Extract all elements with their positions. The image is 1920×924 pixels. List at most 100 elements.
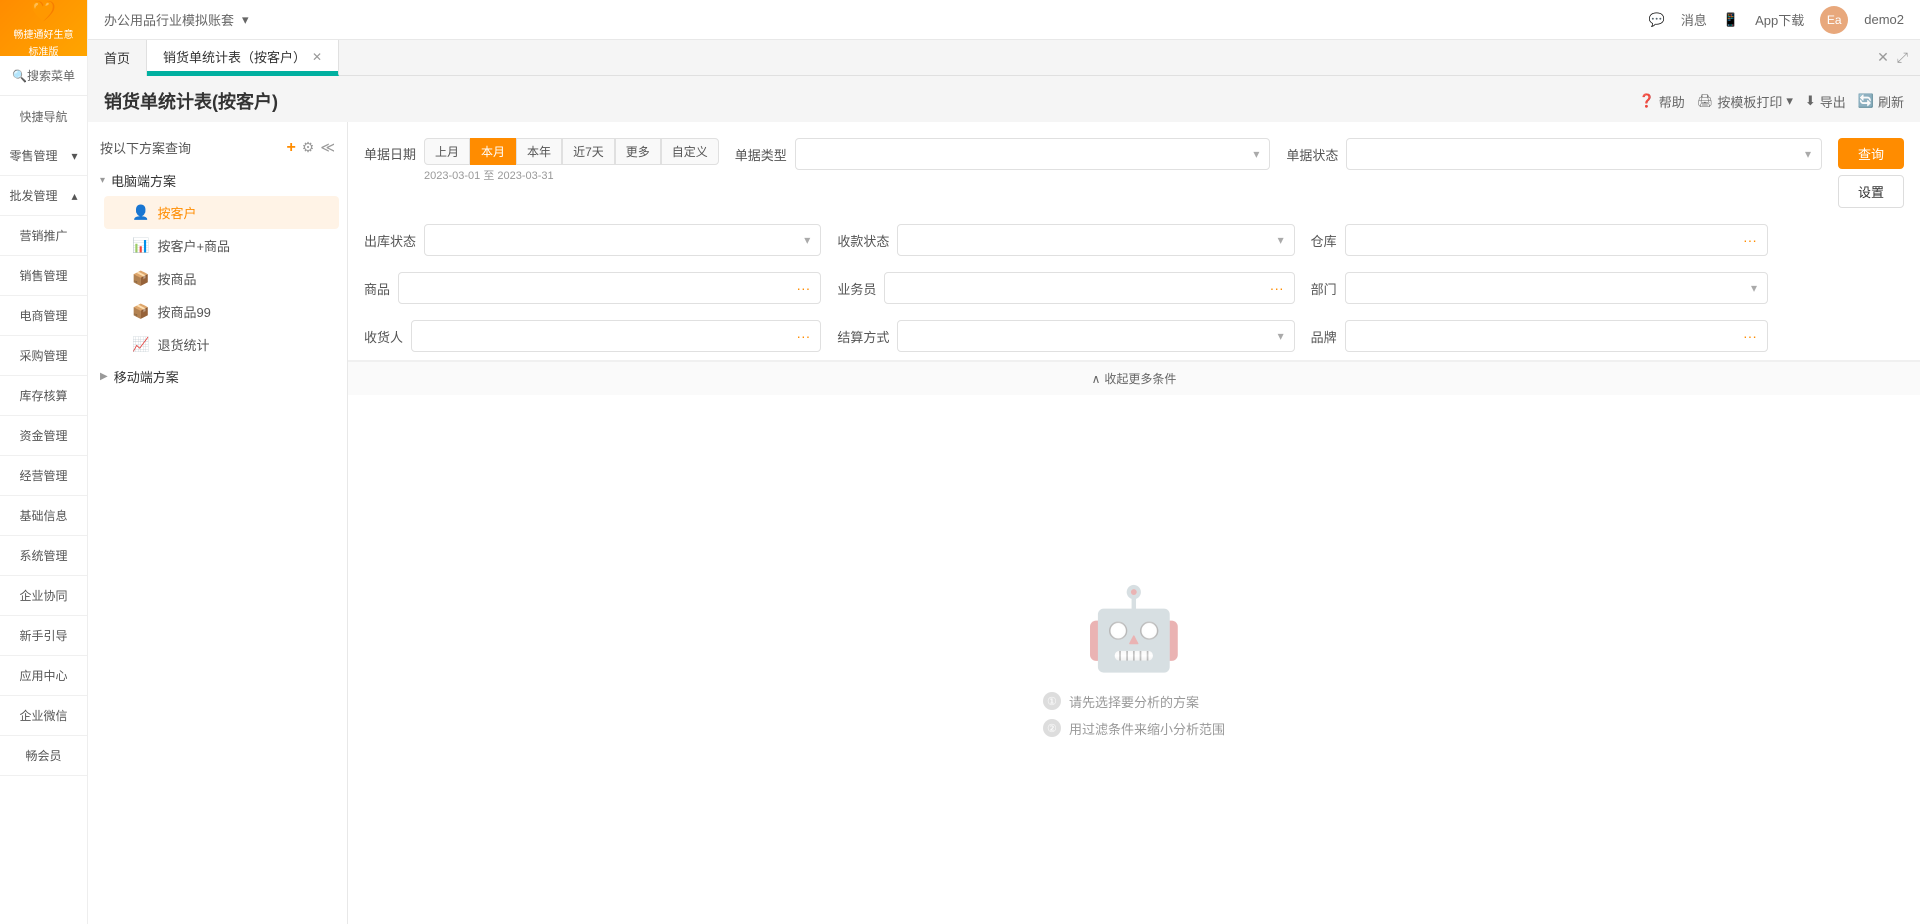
- filter-area: 单据日期 上月 本月 本年 近7天 更多 自定义: [348, 122, 1920, 361]
- page-header: 销货单统计表(按客户) ❓ 帮助 🖨 按模板打印 ▾ ⬇ 导出 🔄 刷新: [88, 76, 1920, 122]
- scheme-group-mobile-header[interactable]: ▶ 移动端方案: [96, 361, 339, 392]
- receiver-control[interactable]: ···: [411, 320, 821, 352]
- sidebar-item-marketing[interactable]: 营销推广: [0, 216, 88, 256]
- settle-control[interactable]: ▾: [897, 320, 1294, 352]
- industry-dropdown-icon[interactable]: ▾: [242, 12, 249, 28]
- user-name[interactable]: demo2: [1864, 12, 1904, 27]
- date-tab-custom[interactable]: 自定义: [661, 138, 719, 165]
- date-tab-this-month[interactable]: 本月: [470, 138, 516, 165]
- bill-type-label: 单据类型: [735, 145, 787, 164]
- return-stats-icon: 📈: [132, 336, 149, 353]
- scheme-item-by-customer[interactable]: 👤 按客户: [104, 196, 339, 229]
- date-tab-more[interactable]: 更多: [615, 138, 661, 165]
- warehouse-dots-icon: ···: [1743, 232, 1757, 248]
- by-goods-label: 按商品: [157, 269, 196, 288]
- date-tab-last-month[interactable]: 上月: [424, 138, 470, 165]
- goods-control[interactable]: ···: [398, 272, 821, 304]
- date-tab-last-7[interactable]: 近7天: [562, 138, 615, 165]
- sidebar-item-system[interactable]: 系统管理: [0, 536, 88, 576]
- quick-nav[interactable]: 快捷导航: [0, 96, 88, 136]
- sidebar-item-inventory[interactable]: 库存核算: [0, 376, 88, 416]
- collapse-bar[interactable]: ∧ 收起更多条件: [348, 361, 1920, 395]
- sidebar-item-member[interactable]: 畅会员: [0, 736, 88, 776]
- print-dropdown-icon[interactable]: ▾: [1786, 93, 1793, 109]
- maximize-icon[interactable]: ⤢: [1897, 49, 1908, 66]
- search-icon: 🔍: [12, 69, 27, 83]
- sidebar-item-wholesale[interactable]: 批发管理 ▴: [0, 176, 88, 216]
- settle-chevron-icon: ▾: [1278, 329, 1284, 343]
- out-status-control[interactable]: ▾: [424, 224, 821, 256]
- message-label[interactable]: 消息: [1681, 10, 1707, 29]
- app-download-icon: 📱: [1723, 12, 1739, 28]
- export-action[interactable]: ⬇ 导出: [1805, 92, 1846, 111]
- dept-control[interactable]: ▾: [1345, 272, 1768, 304]
- date-tab-this-year[interactable]: 本年: [516, 138, 562, 165]
- add-scheme-icon[interactable]: +: [286, 139, 295, 157]
- scheme-item-by-goods[interactable]: 📦 按商品: [104, 262, 339, 295]
- right-panel: 单据日期 上月 本月 本年 近7天 更多 自定义: [348, 122, 1920, 924]
- warehouse-control[interactable]: ···: [1345, 224, 1768, 256]
- scheme-group-pc-header[interactable]: ▾ 电脑端方案: [96, 165, 339, 196]
- page-actions: ❓ 帮助 🖨 按模板打印 ▾ ⬇ 导出 🔄 刷新: [1639, 92, 1904, 111]
- scheme-item-by-customer-goods[interactable]: 📊 按客户+商品: [104, 229, 339, 262]
- empty-hints: ① 请先选择要分析的方案 ② 用过滤条件来缩小分析范围: [1043, 692, 1225, 738]
- tabbar: 首页 销货单统计表（按客户） ✕ ✕ ⤢: [88, 40, 1920, 76]
- quick-nav-label: 快捷导航: [19, 108, 67, 125]
- sidebar-item-appcenter[interactable]: 应用中心: [0, 656, 88, 696]
- print-action[interactable]: 🖨 按模板打印 ▾: [1697, 92, 1793, 111]
- bill-type-chevron-icon: ▾: [1253, 147, 1259, 161]
- chevron-down-icon: ▾: [71, 149, 77, 163]
- date-label: 单据日期: [364, 138, 416, 163]
- sidebar-item-retail[interactable]: 零售管理 ▾: [0, 136, 88, 176]
- sidebar-item-cooperation[interactable]: 企业协同: [0, 576, 88, 616]
- sidebar-item-operation[interactable]: 经营管理: [0, 456, 88, 496]
- refresh-action[interactable]: 🔄 刷新: [1858, 92, 1904, 111]
- bill-type-control[interactable]: ▾: [795, 138, 1271, 170]
- basic-label: 基础信息: [19, 507, 67, 524]
- sidebar-item-ecommerce[interactable]: 电商管理: [0, 296, 88, 336]
- wholesale-label: 批发管理: [10, 187, 58, 204]
- sidebar-search[interactable]: 🔍 搜索菜单: [0, 56, 88, 96]
- logo-text: 畅捷通好生意: [14, 26, 74, 41]
- close-window-icon[interactable]: ✕: [1877, 49, 1889, 66]
- sidebar-item-newbie[interactable]: 新手引导: [0, 616, 88, 656]
- sidebar-item-basic[interactable]: 基础信息: [0, 496, 88, 536]
- receipt-status-control[interactable]: ▾: [897, 224, 1294, 256]
- settings-scheme-icon[interactable]: ⚙: [302, 139, 315, 157]
- dept-chevron-icon: ▾: [1751, 281, 1757, 295]
- by-customer-goods-icon: 📊: [132, 237, 149, 254]
- by-customer-goods-label: 按客户+商品: [157, 236, 230, 255]
- tab-sales-stats[interactable]: 销货单统计表（按客户） ✕: [147, 40, 339, 76]
- bill-status-label: 单据状态: [1286, 145, 1338, 164]
- bill-status-chevron-icon: ▾: [1805, 147, 1811, 161]
- page-title: 销货单统计表(按客户): [104, 88, 278, 114]
- appcenter-label: 应用中心: [19, 667, 67, 684]
- collapse-panel-icon[interactable]: ≪: [320, 139, 335, 157]
- scheme-item-return-stats[interactable]: 📈 退货统计: [104, 328, 339, 361]
- salesman-control[interactable]: ···: [884, 272, 1294, 304]
- inventory-label: 库存核算: [19, 387, 67, 404]
- sidebar-item-wechat[interactable]: 企业微信: [0, 696, 88, 736]
- topbar: 办公用品行业模拟账套 ▾ 💬 消息 📱 App下载 Ea demo2: [88, 0, 1920, 40]
- app-download-label[interactable]: App下载: [1755, 10, 1804, 29]
- sidebar-item-purchase[interactable]: 采购管理: [0, 336, 88, 376]
- left-panel-title: 按以下方案查询: [100, 138, 191, 157]
- sidebar-item-finance[interactable]: 资金管理: [0, 416, 88, 456]
- sidebar-item-sales[interactable]: 销售管理: [0, 256, 88, 296]
- date-range: 2023-03-01 至 2023-03-31: [424, 167, 719, 183]
- retail-label: 零售管理: [10, 147, 58, 164]
- tab-close-icon[interactable]: ✕: [312, 50, 322, 64]
- out-status-chevron-icon: ▾: [804, 233, 810, 247]
- scheme-group-pc-label: 电脑端方案: [111, 171, 176, 190]
- brand-control[interactable]: ···: [1345, 320, 1768, 352]
- scheme-item-by-goods-99[interactable]: 📦 按商品99: [104, 295, 339, 328]
- bill-status-control[interactable]: ▾: [1346, 138, 1822, 170]
- tab-home-label: 首页: [104, 48, 130, 67]
- scheme-group-mobile-label: 移动端方案: [114, 367, 179, 386]
- goods-label: 商品: [364, 279, 390, 298]
- help-action[interactable]: ❓ 帮助: [1639, 92, 1685, 111]
- tab-home[interactable]: 首页: [88, 40, 147, 76]
- query-button[interactable]: 查询: [1838, 138, 1904, 169]
- setting-button[interactable]: 设置: [1838, 175, 1904, 208]
- scheme-subgroup-pc: 👤 按客户 📊 按客户+商品 📦 按商品 📦: [96, 196, 339, 361]
